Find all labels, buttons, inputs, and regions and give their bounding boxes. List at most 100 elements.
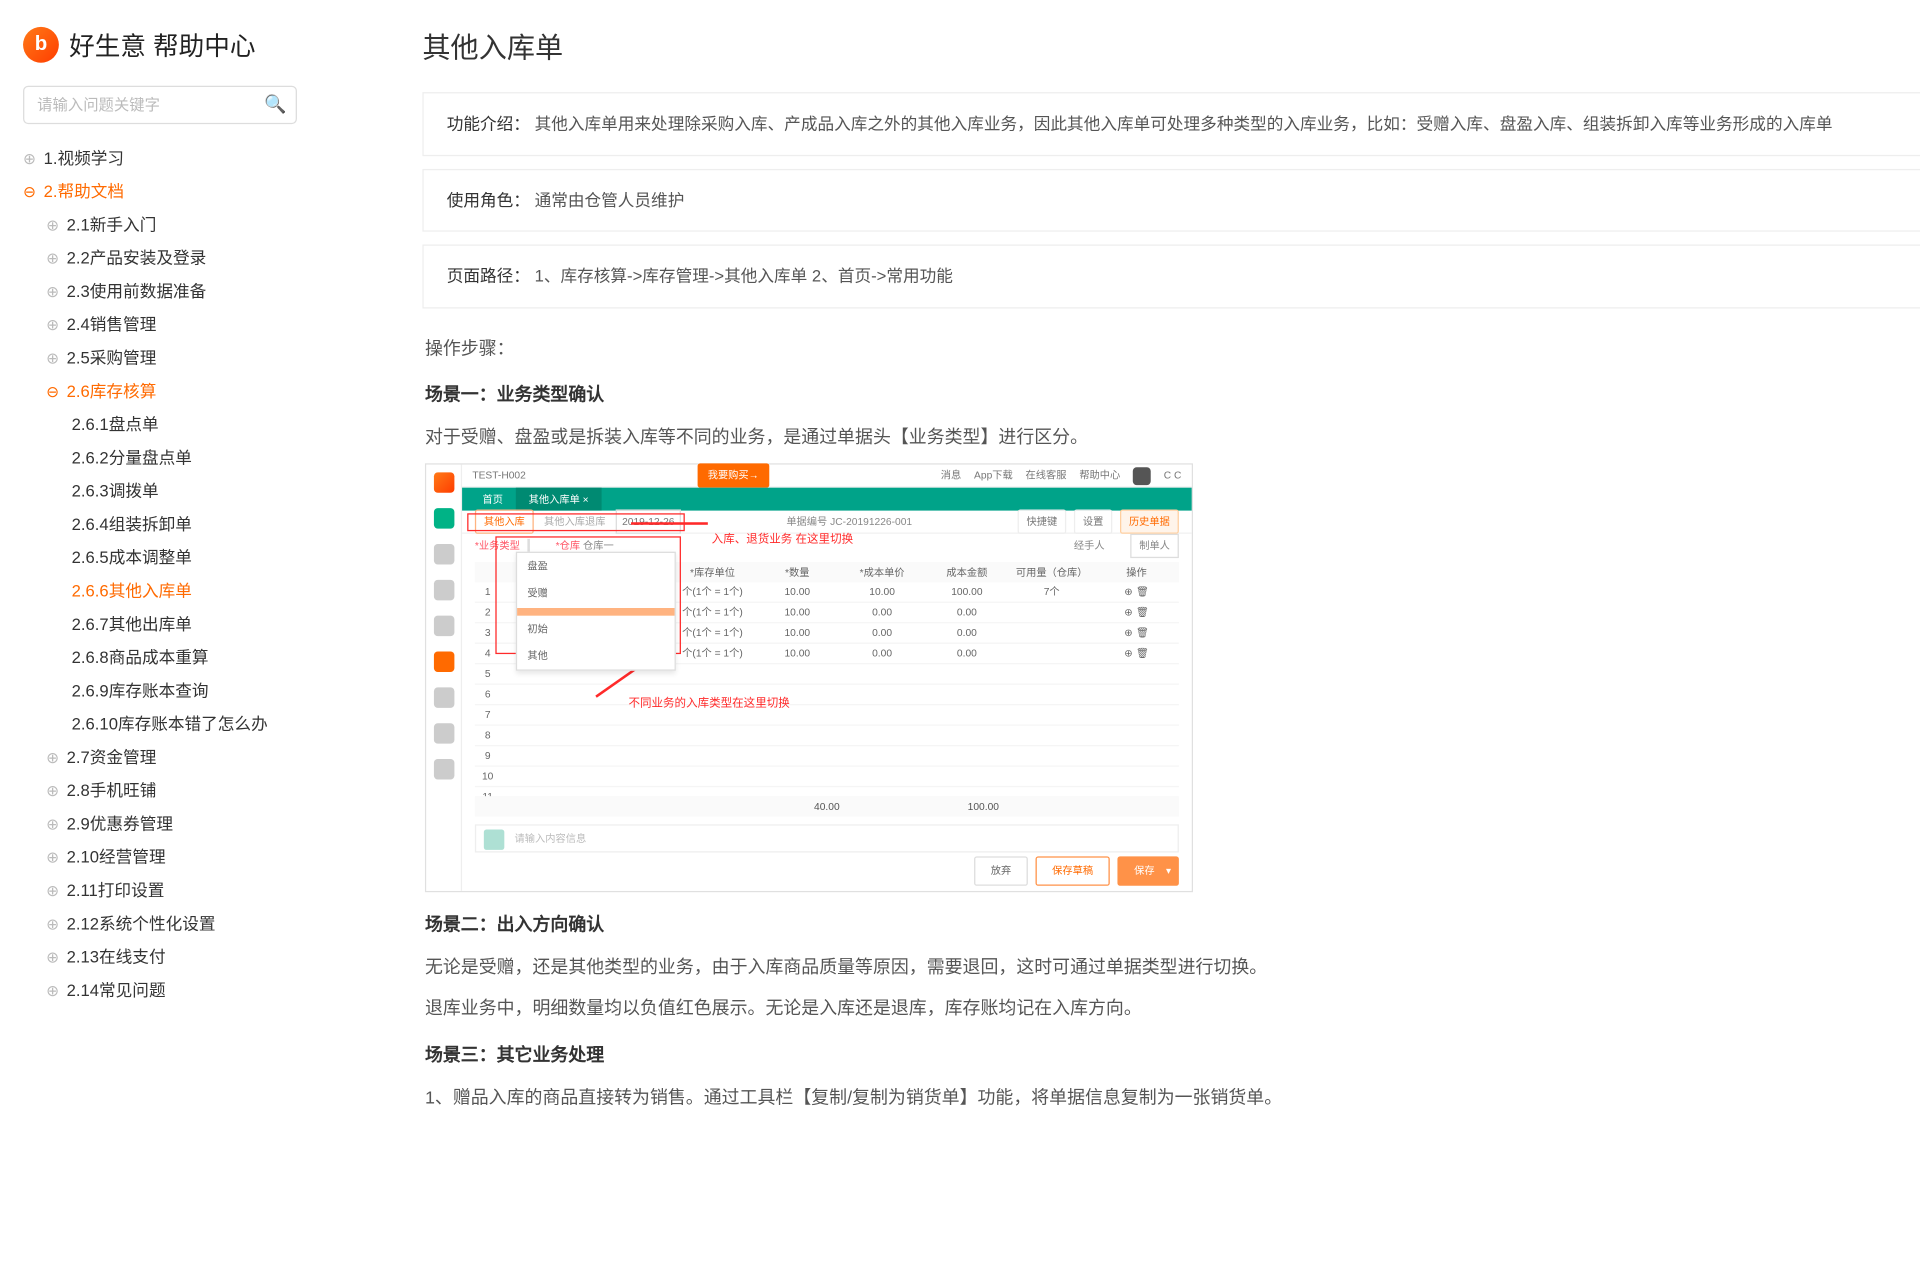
ss-cell: 0.00 [924, 603, 1009, 622]
nav-tree: 1.视频学习 2.帮助文档 2.1新手入门 2.2产品安装及登录 2.3使用前数… [23, 142, 297, 1007]
sidebar: b 好生意 帮助中心 🔍 1.视频学习 2.帮助文档 2.1新手入门 2.2产品… [0, 0, 320, 1279]
nav-item-2-7[interactable]: 2.7资金管理 [46, 741, 156, 774]
ss-top-msg: 消息 [941, 466, 961, 485]
ss-th-cell: 成本金额 [924, 563, 1009, 582]
nav-item-2-4[interactable]: 2.4销售管理 [46, 308, 156, 341]
intro-text: 其他入库单用来处理除采购入库、产成品入库之外的其他入库业务，因此其他入库单可处理… [535, 114, 1833, 133]
ss-btn-draft: 保存草稿 [1036, 856, 1110, 886]
path-text: 1、库存核算->库存管理->其他入库单 2、首页->常用功能 [535, 266, 953, 285]
nav-leaf-2610[interactable]: 2.6.10库存账本错了怎么办 [23, 708, 297, 741]
ss-rail-icon [433, 580, 453, 600]
nav-item-2-11[interactable]: 2.11打印设置 [46, 874, 164, 907]
ss-arrow-icon [631, 523, 708, 525]
ss-rail-icon [433, 759, 453, 779]
ss-tabs: 首页 其他入库单 × [462, 488, 1192, 511]
nav-item-2-12[interactable]: 2.12系统个性化设置 [46, 908, 215, 941]
scene3-p: 1、赠品入库的商品直接转为销售。通过工具栏【复制/复制为销货单】功能，将单据信息… [425, 1080, 1920, 1114]
ss-top-app: App下载 [974, 466, 1013, 485]
ss-btn-shortcut: 快捷键 [1018, 510, 1067, 535]
ss-top-service: 在线客服 [1026, 466, 1067, 485]
ss-dd-opt: 盘盈 [517, 553, 674, 580]
nav-item-docs[interactable]: 2.帮助文档 [23, 175, 124, 208]
ss-totals: 40.00100.00 [475, 797, 1179, 817]
ss-btn-save: 保存 [1117, 856, 1178, 886]
nav-leaf-268[interactable]: 2.6.8商品成本重算 [23, 641, 297, 674]
intro-label: 功能介绍： [447, 114, 530, 133]
nav-leaf-266[interactable]: 2.6.6其他入库单 [23, 575, 297, 608]
scene2-title: 场景二：出入方向确认 [425, 908, 1920, 942]
ss-avatar-icon [1133, 467, 1151, 485]
nav-leaf-265[interactable]: 2.6.5成本调整单 [23, 541, 297, 574]
ss-cell: 个(1个 = 1个) [670, 603, 755, 622]
role-label: 使用角色： [447, 190, 530, 209]
ss-cell: 0.00 [924, 644, 1009, 663]
ss-btn-discard: 放弃 [974, 856, 1028, 886]
ss-th-cell: 操作 [1094, 563, 1179, 582]
ss-th-cell: *数量 [755, 563, 840, 582]
ss-row: 8 [475, 726, 1179, 746]
role-text: 通常由仓管人员维护 [535, 190, 685, 209]
nav-item-2-5[interactable]: 2.5采购管理 [46, 342, 156, 375]
ss-zd-label: 制单人 [1130, 533, 1179, 558]
article-body: 操作步骤： 场景一：业务类型确认 对于受赠、盘盈或是拆装入库等不同的业务，是通过… [422, 321, 1920, 1132]
ss-btn-history: 历史单据 [1120, 510, 1179, 535]
ss-cell: 10.00 [755, 644, 840, 663]
search-wrap: 🔍 [23, 86, 297, 124]
search-input[interactable] [23, 86, 297, 124]
ss-user: C C [1164, 466, 1182, 485]
brand-title: 好生意 帮助中心 [69, 26, 255, 63]
ss-cell: 7个 [1009, 583, 1094, 602]
search-icon[interactable]: 🔍 [264, 93, 286, 115]
ss-th-cell: *库存单位 [670, 563, 755, 582]
ss-cell: 10.00 [755, 624, 840, 643]
embedded-screenshot: TEST-H002 我要购买→ 消息 App下载 在线客服 帮助中心 C C 首… [425, 464, 1193, 893]
ss-rail-icon [433, 688, 453, 708]
nav-item-2-6[interactable]: 2.6库存核算 [46, 375, 156, 408]
ss-logo-icon [433, 473, 453, 493]
nav-leaf-269[interactable]: 2.6.9库存账本查询 [23, 675, 297, 708]
nav-item-2-1[interactable]: 2.1新手入门 [46, 209, 156, 242]
scene3-title: 场景三：其它业务处理 [425, 1038, 1920, 1072]
scene1-title: 场景一：业务类型确认 [425, 378, 1920, 412]
nav-item-2-8[interactable]: 2.8手机旺铺 [46, 774, 156, 807]
ss-dd-opt: 初始 [517, 615, 674, 642]
ss-row: 10 [475, 767, 1179, 787]
path-label: 页面路径： [447, 266, 530, 285]
ss-tenant: TEST-H002 [472, 466, 526, 485]
ss-remark: 请输入内容信息 [475, 825, 1179, 853]
page-title: 其他入库单 [422, 26, 563, 67]
ss-rail-icon [433, 616, 453, 636]
ss-tot-amt: 100.00 [944, 797, 1022, 816]
scene2-p1: 无论是受赠，还是其他类型的业务，由于入库商品质量等原因，需要退回，这时可通过单据… [425, 950, 1920, 984]
ss-body: 其他入库 其他入库退库 2019-12-26 单据编号 JC-20191226-… [462, 511, 1192, 891]
nav-item-2-3[interactable]: 2.3使用前数据准备 [46, 275, 206, 308]
ss-cell: 个(1个 = 1个) [670, 583, 755, 602]
ss-left-rail [426, 465, 462, 891]
nav-item-2-14[interactable]: 2.14常见问题 [46, 974, 166, 1007]
nav-leaf-264[interactable]: 2.6.4组装拆卸单 [23, 508, 297, 541]
nav-item-2-2[interactable]: 2.2产品安装及登录 [46, 242, 206, 275]
ss-top-bar: TEST-H002 我要购买→ 消息 App下载 在线客服 帮助中心 C C [462, 465, 1192, 488]
ss-cell: 个(1个 = 1个) [670, 624, 755, 643]
ss-cell: 0.00 [840, 603, 925, 622]
nav-item-video[interactable]: 1.视频学习 [23, 142, 124, 175]
nav-leaf-263[interactable]: 2.6.3调拨单 [23, 475, 297, 508]
nav-item-2-10[interactable]: 2.10经营管理 [46, 841, 166, 874]
nav-leaf-262[interactable]: 2.6.2分量盘点单 [23, 442, 297, 475]
role-box: 使用角色： 通常由仓管人员维护 [422, 168, 1920, 231]
nav-item-2-13[interactable]: 2.13在线支付 [46, 941, 166, 974]
ss-rail-icon [433, 544, 453, 564]
ss-cell: 10.00 [755, 583, 840, 602]
intro-box: 功能介绍： 其他入库单用来处理除采购入库、产成品入库之外的其他入库业务，因此其他… [422, 92, 1920, 155]
ss-footer: 放弃 保存草稿 保存 [974, 856, 1179, 886]
nav-leaf-267[interactable]: 2.6.7其他出库单 [23, 608, 297, 641]
ss-row: 9 [475, 747, 1179, 767]
path-box: 页面路径： 1、库存核算->库存管理->其他入库单 2、首页->常用功能 [422, 244, 1920, 307]
ss-cell: 10.00 [755, 603, 840, 622]
scene1-text: 对于受赠、盘盈或是拆装入库等不同的业务，是通过单据头【业务类型】进行区分。 [425, 419, 1920, 453]
ss-no-label: 单据编号 [786, 516, 827, 528]
ss-tab-home: 首页 [470, 488, 516, 511]
brand-row: b 好生意 帮助中心 [23, 26, 297, 63]
nav-leaf-261[interactable]: 2.6.1盘点单 [23, 408, 297, 441]
nav-item-2-9[interactable]: 2.9优惠券管理 [46, 808, 173, 841]
